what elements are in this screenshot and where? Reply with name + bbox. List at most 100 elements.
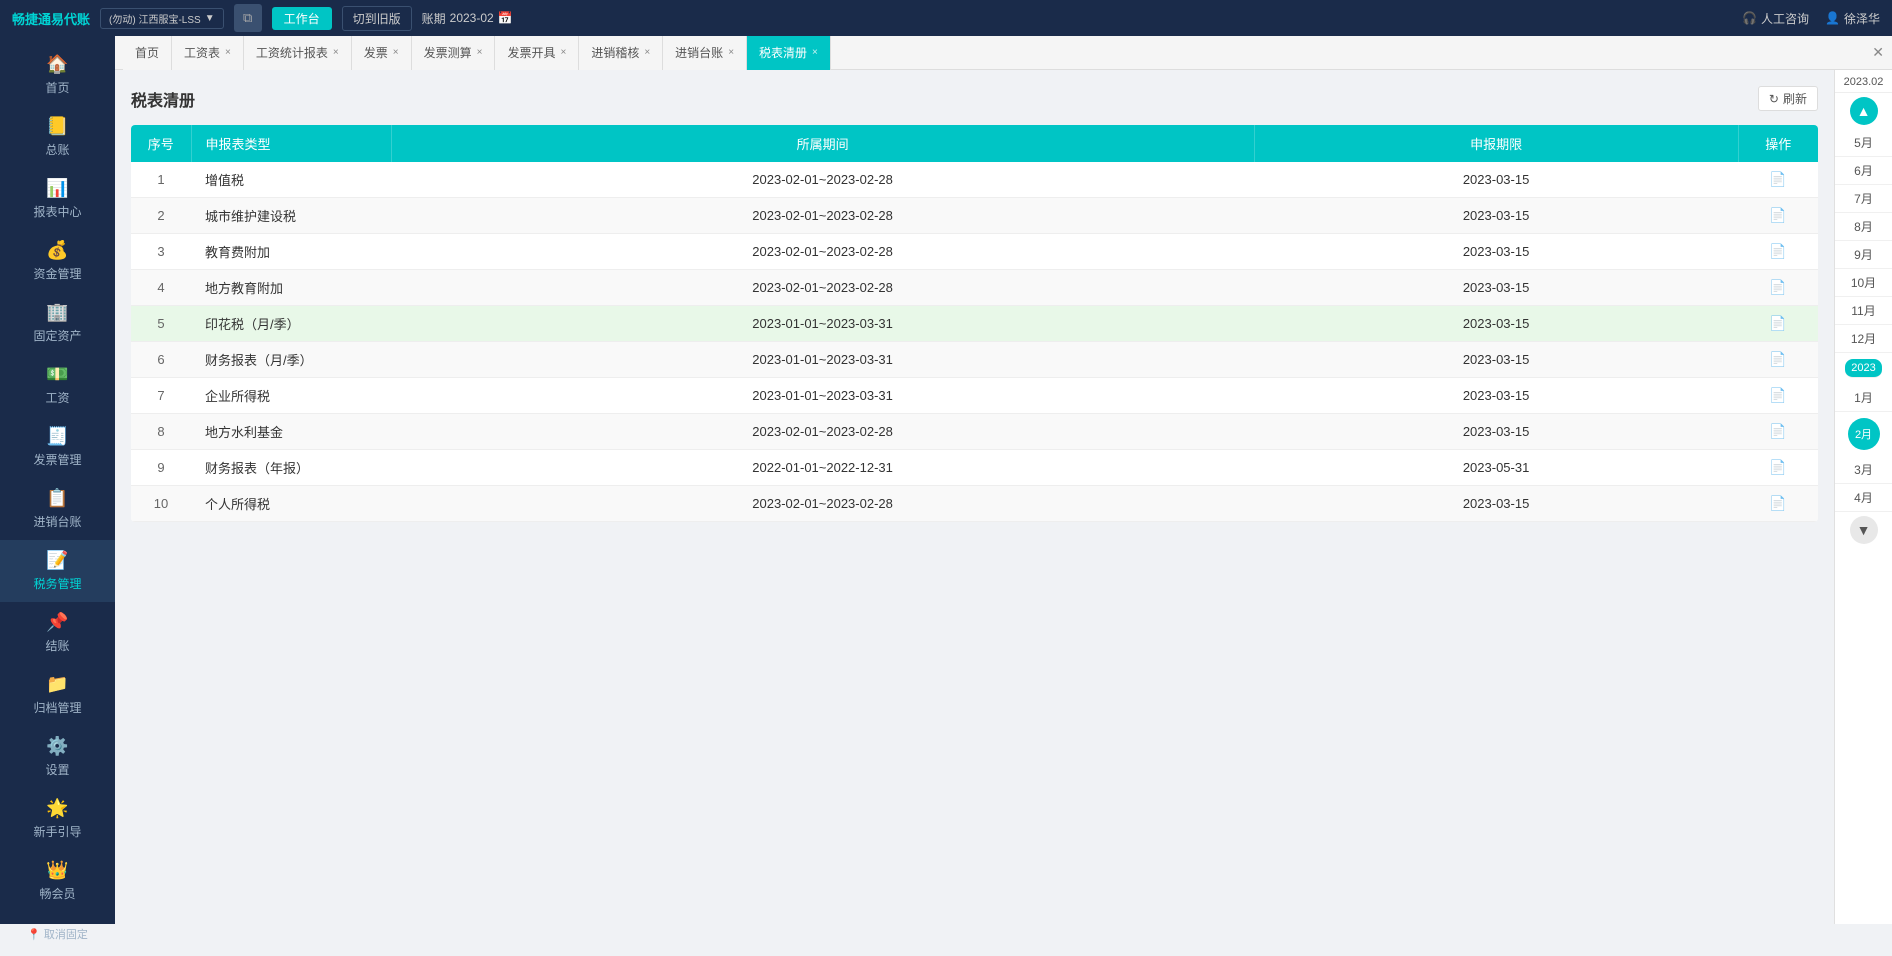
timeline-month-2-active[interactable]: 2月 [1848, 418, 1880, 450]
timeline-month-4[interactable]: 4月 [1835, 484, 1892, 512]
sidebar-item-archive[interactable]: 📁 归档管理 [0, 664, 115, 726]
sidebar-item-report-label: 报表中心 [33, 203, 81, 220]
tab-purchase-check[interactable]: 进销稽核 × [579, 36, 663, 70]
tab-invoice-open-close[interactable]: × [560, 47, 566, 58]
cell-action[interactable]: 📄 [1738, 450, 1818, 486]
refresh-button[interactable]: ↻ 刷新 [1758, 86, 1818, 111]
sidebar-item-tax[interactable]: 📝 税务管理 [0, 540, 115, 602]
action-view-icon[interactable]: 📄 [1769, 207, 1786, 223]
workbench-button[interactable]: 工作台 [272, 7, 332, 30]
timeline-up-btn[interactable]: ▲ [1850, 97, 1878, 125]
tab-salary-close[interactable]: × [225, 47, 231, 58]
timeline-month-10[interactable]: 10月 [1835, 269, 1892, 297]
headset-icon: 🎧 [1742, 11, 1757, 25]
company-selector[interactable]: (勿动) 江西服宝-LSS ▼ [100, 8, 224, 29]
action-view-icon[interactable]: 📄 [1769, 243, 1786, 259]
table-row: 3教育费附加2023-02-01~2023-02-282023-03-15📄 [131, 234, 1818, 270]
ledger-icon: 📒 [46, 116, 68, 137]
cancel-fixed-label: 取消固定 [44, 926, 88, 942]
action-view-icon[interactable]: 📄 [1769, 351, 1786, 367]
cell-action[interactable]: 📄 [1738, 198, 1818, 234]
tab-invoice-verify-close[interactable]: × [477, 47, 483, 58]
action-view-icon[interactable]: 📄 [1769, 171, 1786, 187]
cell-action[interactable]: 📄 [1738, 162, 1818, 198]
timeline-month-7[interactable]: 7月 [1835, 185, 1892, 213]
sidebar-item-fixed[interactable]: 🏢 固定资产 [0, 292, 115, 354]
top-bar-right: 🎧 人工咨询 👤 徐泽华 [1742, 10, 1880, 27]
sidebar-item-settle[interactable]: 📌 结账 [0, 602, 115, 664]
tab-purchase-ledger-close[interactable]: × [728, 47, 734, 58]
cell-action[interactable]: 📄 [1738, 378, 1818, 414]
switch-old-button[interactable]: 切到旧版 [342, 6, 412, 31]
action-view-icon[interactable]: 📄 [1769, 423, 1786, 439]
cell-action[interactable]: 📄 [1738, 414, 1818, 450]
ai-consult-btn[interactable]: 🎧 人工咨询 [1742, 10, 1809, 27]
tab-home[interactable]: 首页 [123, 36, 172, 70]
sidebar-item-settings[interactable]: ⚙️ 设置 [0, 726, 115, 788]
action-view-icon[interactable]: 📄 [1769, 315, 1786, 331]
cell-type: 印花税（月/季） [191, 306, 391, 342]
tab-salary[interactable]: 工资表 × [172, 36, 244, 70]
tab-purchase-ledger[interactable]: 进销台账 × [663, 36, 747, 70]
sidebar-item-guide[interactable]: 🌟 新手引导 [0, 788, 115, 850]
tab-invoice-verify-label: 发票测算 [424, 44, 472, 61]
user-menu[interactable]: 👤 徐泽华 [1825, 10, 1880, 27]
sidebar-item-member[interactable]: 👑 畅会员 [0, 850, 115, 912]
cell-action[interactable]: 📄 [1738, 270, 1818, 306]
cancel-fixed-btn[interactable]: 📍 取消固定 [27, 920, 88, 948]
username: 徐泽华 [1844, 10, 1880, 27]
sidebar-item-fund-label: 资金管理 [33, 265, 81, 282]
company-extra-btn[interactable]: ⧉ [234, 4, 262, 32]
calendar-icon[interactable]: 📅 [498, 11, 513, 25]
action-view-icon[interactable]: 📄 [1769, 279, 1786, 295]
cell-deadline: 2023-03-15 [1254, 198, 1738, 234]
timeline-month-11[interactable]: 11月 [1835, 297, 1892, 325]
table-row: 9财务报表（年报）2022-01-01~2022-12-312023-05-31… [131, 450, 1818, 486]
cell-period: 2023-01-01~2023-03-31 [391, 306, 1254, 342]
timeline-month-9[interactable]: 9月 [1835, 241, 1892, 269]
timeline-month-8[interactable]: 8月 [1835, 213, 1892, 241]
timeline-month-1[interactable]: 1月 [1835, 384, 1892, 412]
table-row: 6财务报表（月/季）2023-01-01~2023-03-312023-03-1… [131, 342, 1818, 378]
action-view-icon[interactable]: 📄 [1769, 459, 1786, 475]
close-all-tabs[interactable]: ✕ [1872, 44, 1884, 61]
sidebar-item-fund[interactable]: 💰 资金管理 [0, 230, 115, 292]
action-view-icon[interactable]: 📄 [1769, 495, 1786, 511]
cell-deadline: 2023-03-15 [1254, 270, 1738, 306]
sidebar-item-member-label: 畅会员 [39, 885, 75, 902]
sidebar-item-purchase[interactable]: 📋 进销台账 [0, 478, 115, 540]
timeline-down-btn[interactable]: ▼ [1850, 516, 1878, 544]
tab-tax-list-label: 税表清册 [759, 44, 807, 61]
tab-salary-stat[interactable]: 工资统计报表 × [244, 36, 352, 70]
sidebar-item-invoice[interactable]: 🧾 发票管理 [0, 416, 115, 478]
timeline-month-12[interactable]: 12月 [1835, 325, 1892, 353]
tab-tax-list[interactable]: 税表清册 × [747, 36, 831, 70]
timeline-month-6[interactable]: 6月 [1835, 157, 1892, 185]
tab-salary-stat-close[interactable]: × [333, 47, 339, 58]
tab-invoice-open[interactable]: 发票开具 × [495, 36, 579, 70]
cell-no: 1 [131, 162, 191, 198]
cell-action[interactable]: 📄 [1738, 234, 1818, 270]
sidebar-item-home[interactable]: 🏠 首页 [0, 44, 115, 106]
timeline-month-5[interactable]: 5月 [1835, 129, 1892, 157]
tab-invoice-verify[interactable]: 发票测算 × [412, 36, 496, 70]
sidebar-item-ledger[interactable]: 📒 总账 [0, 106, 115, 168]
tab-invoice-close[interactable]: × [393, 47, 399, 58]
refresh-label: 刷新 [1783, 90, 1807, 107]
action-view-icon[interactable]: 📄 [1769, 387, 1786, 403]
cell-action[interactable]: 📄 [1738, 342, 1818, 378]
tab-invoice[interactable]: 发票 × [352, 36, 412, 70]
cell-action[interactable]: 📄 [1738, 486, 1818, 522]
cell-deadline: 2023-03-15 [1254, 306, 1738, 342]
tab-purchase-check-close[interactable]: × [644, 47, 650, 58]
sidebar: 🏠 首页 📒 总账 📊 报表中心 💰 资金管理 🏢 固定资产 💵 工资 🧾 发票… [0, 36, 115, 924]
tax-icon: 📝 [46, 550, 68, 571]
tab-tax-list-close[interactable]: × [812, 47, 818, 58]
tab-purchase-ledger-label: 进销台账 [675, 44, 723, 61]
fund-icon: 💰 [46, 240, 68, 261]
year-2023-badge[interactable]: 2023 [1845, 359, 1881, 378]
sidebar-item-salary[interactable]: 💵 工资 [0, 354, 115, 416]
cell-action[interactable]: 📄 [1738, 306, 1818, 342]
timeline-month-3[interactable]: 3月 [1835, 456, 1892, 484]
sidebar-item-report[interactable]: 📊 报表中心 [0, 168, 115, 230]
